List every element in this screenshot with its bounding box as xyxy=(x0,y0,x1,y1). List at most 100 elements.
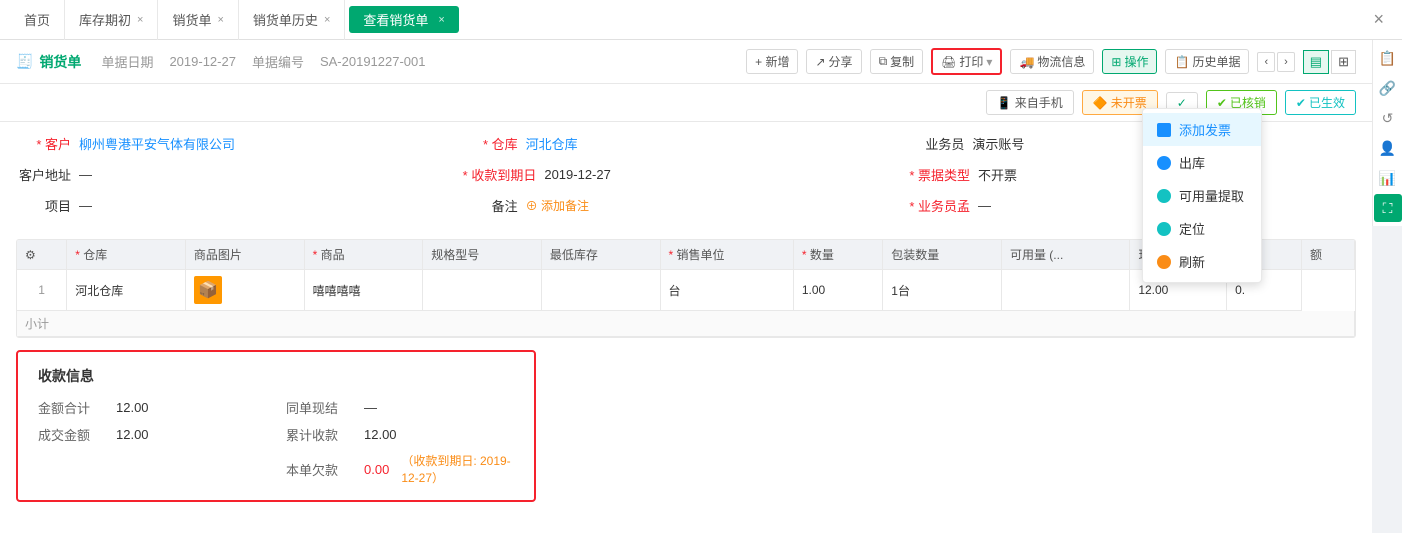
already-effective-button[interactable]: ✔ 已生效 xyxy=(1285,90,1356,115)
view-grid-button[interactable]: ⊞ xyxy=(1331,50,1356,74)
col-warehouse: 仓库 xyxy=(67,240,186,270)
dropdown-available-qty[interactable]: 可用量提取 xyxy=(1143,179,1261,212)
customer-value: 柳州粤港平安气体有限公司 xyxy=(79,134,235,153)
history-button[interactable]: 📋 历史单据 xyxy=(1165,49,1249,74)
prev-button[interactable]: ‹ xyxy=(1257,52,1275,72)
payment-title: 收款信息 xyxy=(38,366,514,386)
col-available: 可用量 (... xyxy=(1001,240,1129,270)
view-list-button[interactable]: ▤ xyxy=(1303,50,1329,74)
due-note: （收款到期日: 2019-12-27） xyxy=(401,452,514,486)
dropdown-locate[interactable]: 定位 xyxy=(1143,212,1261,245)
logistics-label: 物流信息 xyxy=(1037,53,1085,70)
doc-header: 🧾 销货单 单据日期 2019-12-27 单据编号 SA-20191227-0… xyxy=(0,40,1372,84)
tab-home[interactable]: 首页 xyxy=(10,0,65,40)
tab-sales-history-close[interactable]: × xyxy=(324,14,330,26)
product-image: 📦 xyxy=(194,276,222,304)
col-settings[interactable]: ⚙ xyxy=(17,240,67,270)
address-field: 客户地址 — xyxy=(16,165,463,184)
tab-sales[interactable]: 销货单 × xyxy=(158,0,238,40)
outbound-icon xyxy=(1157,156,1171,170)
row-min-stock xyxy=(541,270,660,311)
doc-info: 单据日期 2019-12-27 单据编号 SA-20191227-001 xyxy=(101,52,726,71)
tab-inventory[interactable]: 库存期初 × xyxy=(65,0,158,40)
doc-actions: + 新增 ↗ 分享 ⧉ 复制 🖨 打印 ▾ 🚚 物流信息 xyxy=(746,48,1356,75)
sidebar-icon-5[interactable]: 📊 xyxy=(1374,164,1402,192)
from-phone-button[interactable]: 📱 来自手机 xyxy=(986,90,1074,115)
biz-employee-field: * 业务员孟 — xyxy=(909,196,1356,215)
add-note-button[interactable]: ⊕ 添加备注 xyxy=(526,197,589,214)
address-value: — xyxy=(79,167,199,182)
share-button[interactable]: ↗ 分享 xyxy=(806,49,861,74)
employee-field: 业务员 演示账号 xyxy=(909,134,1356,153)
tab-sales-history[interactable]: 销货单历史 × xyxy=(239,0,345,40)
logistics-icon: 🚚 xyxy=(1019,55,1034,69)
due-date-value: 2019-12-27 xyxy=(544,167,664,182)
same-order-label: 同单现结 xyxy=(286,398,356,417)
refresh-icon xyxy=(1157,255,1171,269)
invoice-value: 不开票 xyxy=(978,165,1098,184)
number-value: SA-20191227-001 xyxy=(320,54,426,69)
warehouse-label: * 仓库 xyxy=(463,134,518,153)
operations-dropdown: 添加发票 出库 可用量提取 定位 刷新 xyxy=(1142,108,1262,283)
subtotal-row: 小计 xyxy=(17,311,1355,337)
doc-icon: 🧾 xyxy=(16,53,33,70)
sidebar-icon-1[interactable]: 📋 xyxy=(1374,44,1402,72)
new-button[interactable]: + 新增 xyxy=(746,49,798,74)
add-invoice-label: 添加发票 xyxy=(1179,120,1231,139)
nav-arrows: ‹ › xyxy=(1257,52,1294,72)
tab-inventory-close[interactable]: × xyxy=(137,14,143,26)
tab-sales-close[interactable]: × xyxy=(217,14,223,26)
next-button[interactable]: › xyxy=(1277,52,1295,72)
col-amount: 额 xyxy=(1301,240,1354,270)
copy-button[interactable]: ⧉ 复制 xyxy=(870,49,924,74)
amount-total-row: 金额合计 12.00 xyxy=(38,398,266,417)
notes-field: 备注 ⊕ 添加备注 xyxy=(463,196,910,215)
sidebar-icon-3[interactable]: ↺ xyxy=(1374,104,1402,132)
tab-view-sales[interactable]: 查看销货单 × xyxy=(349,6,458,33)
project-label: 项目 xyxy=(16,196,71,215)
date-label: 单据日期 xyxy=(101,52,153,71)
logistics-button[interactable]: 🚚 物流信息 xyxy=(1010,49,1094,74)
sidebar-icon-6[interactable]: ⛶ xyxy=(1374,194,1402,222)
customer-field: * 客户 柳州粤港平安气体有限公司 xyxy=(16,134,463,153)
history-label: 历史单据 xyxy=(1192,53,1240,70)
employee-value: 演示账号 xyxy=(972,134,1092,153)
print-dropdown-arrow: ▾ xyxy=(986,55,992,69)
same-order-row: 同单现结 — xyxy=(286,398,514,417)
invoice-field: * 票据类型 不开票 xyxy=(909,165,1356,184)
col-min-stock: 最低库存 xyxy=(541,240,660,270)
tab-view-sales-close[interactable]: × xyxy=(438,14,444,26)
sidebar-icon-2[interactable]: 🔗 xyxy=(1374,74,1402,102)
locate-icon xyxy=(1157,222,1171,236)
dropdown-outbound[interactable]: 出库 xyxy=(1143,146,1261,179)
col-product-img: 商品图片 xyxy=(185,240,304,270)
amount-total-label: 金额合计 xyxy=(38,398,108,417)
cumulative-label: 累计收款 xyxy=(286,425,356,444)
print-button[interactable]: 🖨 打印 ▾ xyxy=(931,48,1002,75)
owed-value: 0.00 xyxy=(364,462,389,477)
operations-icon: ⊞ xyxy=(1111,55,1121,69)
row-warehouse: 河北仓库 xyxy=(67,270,186,311)
row-no: 1 xyxy=(17,270,67,311)
outbound-label: 出库 xyxy=(1179,153,1205,172)
print-icon: 🖨 xyxy=(941,55,956,69)
date-value: 2019-12-27 xyxy=(169,54,236,69)
phone-icon: 📱 xyxy=(997,96,1012,110)
project-field: 项目 — xyxy=(16,196,463,215)
sidebar-icon-4[interactable]: 👤 xyxy=(1374,134,1402,162)
dropdown-add-invoice[interactable]: 添加发票 xyxy=(1143,113,1261,146)
project-value: — xyxy=(79,198,199,213)
view-toggles: ▤ ⊞ xyxy=(1303,50,1356,74)
employee-label: 业务员 xyxy=(909,134,964,153)
col-pack-qty: 包装数量 xyxy=(883,240,1002,270)
col-spec: 规格型号 xyxy=(423,240,542,270)
col-unit: 销售单位 xyxy=(660,240,793,270)
window-close-button[interactable]: × xyxy=(1365,9,1392,30)
available-qty-icon xyxy=(1157,189,1171,203)
tab-home-label: 首页 xyxy=(24,10,50,29)
operations-button[interactable]: ⊞ 操作 xyxy=(1102,49,1157,74)
address-label: 客户地址 xyxy=(16,165,71,184)
dropdown-refresh[interactable]: 刷新 xyxy=(1143,245,1261,278)
effective-icon: ✔ xyxy=(1296,96,1306,110)
tab-sales-label: 销货单 xyxy=(172,10,211,29)
